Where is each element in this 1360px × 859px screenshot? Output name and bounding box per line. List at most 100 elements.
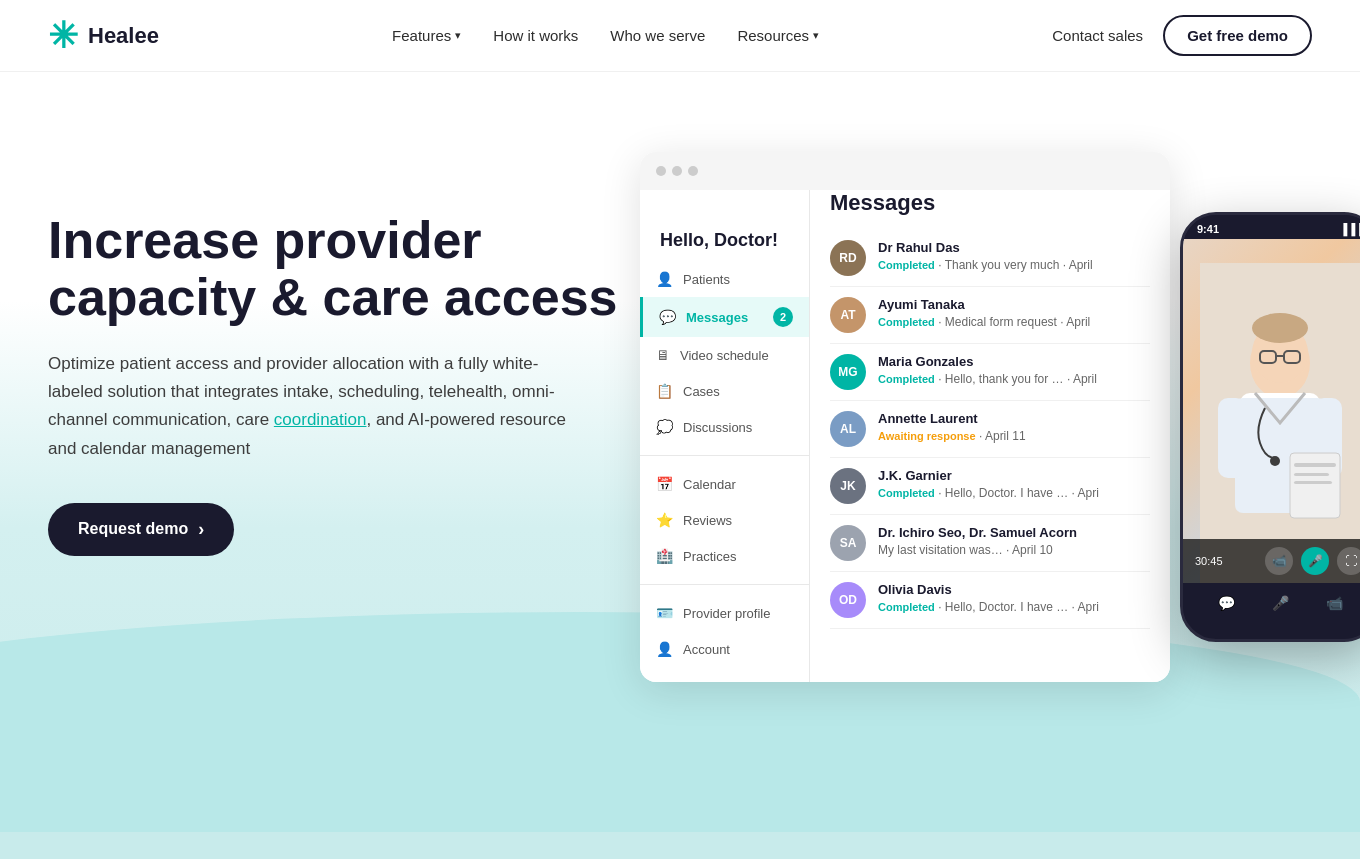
phone-call-duration: 30:45	[1195, 555, 1223, 567]
logo-icon: ✳	[48, 15, 78, 57]
messages-icon: 💬	[659, 309, 676, 325]
discussions-icon: 💭	[656, 419, 673, 435]
sidebar-divider	[640, 455, 809, 456]
request-demo-button[interactable]: Request demo ›	[48, 503, 234, 556]
phone-video-icon: 📹	[1326, 595, 1343, 611]
nav-links: Features ▾ How it works Who we serve Res…	[392, 27, 819, 44]
get-free-demo-button[interactable]: Get free demo	[1163, 15, 1312, 56]
sidebar-item-account[interactable]: 👤 Account	[640, 631, 809, 667]
sidebar-label-video-schedule: Video schedule	[680, 348, 769, 363]
msg-content-rahul: Dr Rahul Das Completed · Thank you very …	[878, 240, 1150, 273]
message-item-annette[interactable]: AL Annette Laurent Awaiting response · A…	[830, 401, 1150, 458]
sidebar-item-provider-profile[interactable]: 🪪 Provider profile	[640, 595, 809, 631]
sidebar-label-provider-profile: Provider profile	[683, 606, 770, 621]
dot-3	[688, 166, 698, 176]
avatar-jk: JK	[830, 468, 866, 504]
card-body: Hello, Doctor! 👤 Patients 💬 Messages 2 🖥…	[640, 190, 1170, 682]
hero-left: Increase provider capacity & care access…	[48, 132, 628, 556]
svg-point-5	[1252, 313, 1308, 343]
fullscreen-button[interactable]: ⛶	[1337, 547, 1360, 575]
msg-content-ichiro: Dr. Ichiro Seo, Dr. Samuel Acorn My last…	[878, 525, 1150, 558]
nav-features[interactable]: Features ▾	[392, 27, 461, 44]
avatar-rahul: RD	[830, 240, 866, 276]
svg-point-15	[1270, 456, 1280, 466]
avatar-annette: AL	[830, 411, 866, 447]
phone-doctor-image	[1183, 239, 1360, 583]
avatar-olivia: OD	[830, 582, 866, 618]
sidebar-item-calendar[interactable]: 📅 Calendar	[640, 466, 809, 502]
sidebar-item-patients[interactable]: 👤 Patients	[640, 261, 809, 297]
dot-1	[656, 166, 666, 176]
hero-title: Increase provider capacity & care access	[48, 212, 628, 326]
chevron-down-icon: ▾	[455, 29, 461, 42]
coordination-link[interactable]: coordination	[274, 410, 367, 429]
dot-2	[672, 166, 682, 176]
phone-bottom-bar: 💬 🎤 📹	[1183, 583, 1360, 623]
sidebar-item-cases[interactable]: 📋 Cases	[640, 373, 809, 409]
message-item-ayumi[interactable]: AT Ayumi Tanaka Completed · Medical form…	[830, 287, 1150, 344]
trusted-section: Trusted by Top providers in the US and a…	[0, 832, 1360, 859]
msg-content-maria: Maria Gonzales Completed · Hello, thank …	[878, 354, 1150, 387]
msg-content-ayumi: Ayumi Tanaka Completed · Medical form re…	[878, 297, 1150, 330]
avatar-maria: MG	[830, 354, 866, 390]
sidebar-item-messages[interactable]: 💬 Messages 2	[640, 297, 809, 337]
microphone-button[interactable]: 🎤	[1301, 547, 1329, 575]
messages-badge: 2	[773, 307, 793, 327]
dashboard-greeting: Hello, Doctor!	[640, 210, 809, 261]
phone-content: 30:45 📹 🎤 ⛶	[1183, 239, 1360, 583]
nav-how-it-works[interactable]: How it works	[493, 27, 578, 44]
nav-resources[interactable]: Resources ▾	[737, 27, 819, 44]
hero-section: Increase provider capacity & care access…	[0, 72, 1360, 832]
message-item-olivia[interactable]: OD Olivia Davis Completed · Hello, Docto…	[830, 572, 1150, 629]
window-dots	[640, 152, 1170, 190]
svg-rect-12	[1294, 463, 1336, 467]
dashboard-card: Hello, Doctor! 👤 Patients 💬 Messages 2 🖥…	[640, 152, 1170, 682]
chevron-down-icon: ▾	[813, 29, 819, 42]
contact-sales-link[interactable]: Contact sales	[1052, 27, 1143, 44]
svg-rect-9	[1218, 398, 1246, 478]
phone-chat-icon: 💬	[1218, 595, 1235, 611]
nav-who-we-serve[interactable]: Who we serve	[610, 27, 705, 44]
cases-icon: 📋	[656, 383, 673, 399]
phone-mic-icon: 🎤	[1272, 595, 1289, 611]
video-icon: 🖥	[656, 347, 670, 363]
msg-content-olivia: Olivia Davis Completed · Hello, Doctor. …	[878, 582, 1150, 615]
sidebar-label-patients: Patients	[683, 272, 730, 287]
message-item-rahul[interactable]: RD Dr Rahul Das Completed · Thank you ve…	[830, 230, 1150, 287]
camera-off-button[interactable]: 📹	[1265, 547, 1293, 575]
sidebar-item-reviews[interactable]: ⭐ Reviews	[640, 502, 809, 538]
calendar-icon: 📅	[656, 476, 673, 492]
nav-actions: Contact sales Get free demo	[1052, 15, 1312, 56]
arrow-icon: ›	[198, 519, 204, 540]
sidebar-label-practices: Practices	[683, 549, 736, 564]
profile-icon: 🪪	[656, 605, 673, 621]
sidebar-divider-2	[640, 584, 809, 585]
logo[interactable]: ✳ Healee	[48, 15, 159, 57]
reviews-icon: ⭐	[656, 512, 673, 528]
sidebar-item-video-schedule[interactable]: 🖥 Video schedule	[640, 337, 809, 373]
messages-title: Messages	[830, 190, 1150, 216]
sidebar-label-account: Account	[683, 642, 730, 657]
phone-mockup: 9:41 ▐▐▐	[1180, 212, 1360, 642]
dashboard-sidebar: Hello, Doctor! 👤 Patients 💬 Messages 2 🖥…	[640, 190, 810, 682]
message-item-ichiro[interactable]: SA Dr. Ichiro Seo, Dr. Samuel Acorn My l…	[830, 515, 1150, 572]
sidebar-label-discussions: Discussions	[683, 420, 752, 435]
sidebar-label-reviews: Reviews	[683, 513, 732, 528]
msg-content-jk: J.K. Garnier Completed · Hello, Doctor. …	[878, 468, 1150, 501]
hero-description: Optimize patient access and provider all…	[48, 350, 568, 462]
messages-section: Messages RD Dr Rahul Das Completed · Tha…	[810, 190, 1170, 629]
sidebar-item-discussions[interactable]: 💭 Discussions	[640, 409, 809, 445]
message-item-maria[interactable]: MG Maria Gonzales Completed · Hello, tha…	[830, 344, 1150, 401]
message-item-jk[interactable]: JK J.K. Garnier Completed · Hello, Docto…	[830, 458, 1150, 515]
svg-rect-14	[1294, 481, 1332, 484]
sidebar-item-practices[interactable]: 🏥 Practices	[640, 538, 809, 574]
avatar-ayumi: AT	[830, 297, 866, 333]
phone-time: 9:41	[1197, 223, 1219, 235]
patients-icon: 👤	[656, 271, 673, 287]
svg-rect-13	[1294, 473, 1329, 476]
practices-icon: 🏥	[656, 548, 673, 564]
logo-text: Healee	[88, 23, 159, 49]
phone-status-bar: 9:41 ▐▐▐	[1183, 215, 1360, 239]
navbar: ✳ Healee Features ▾ How it works Who we …	[0, 0, 1360, 72]
hero-right: Hello, Doctor! 👤 Patients 💬 Messages 2 🖥…	[640, 152, 1360, 732]
